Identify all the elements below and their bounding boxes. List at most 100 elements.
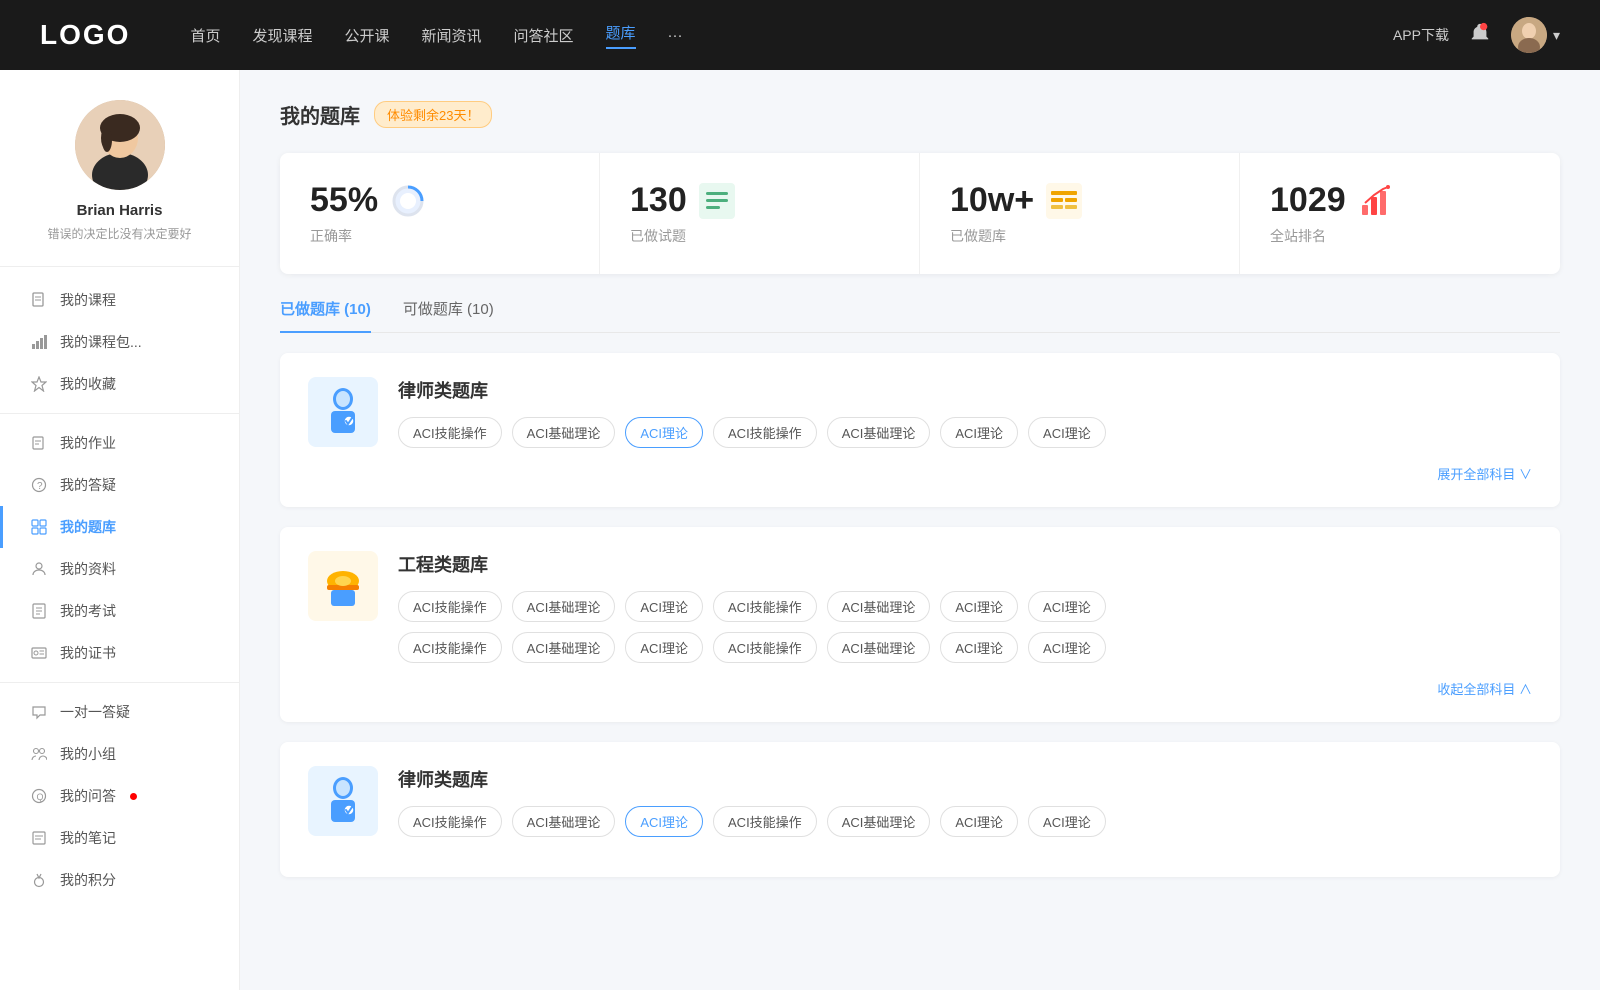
sidebar-item-points[interactable]: 我的积分	[0, 859, 239, 901]
sidebar-item-notes[interactable]: 我的笔记	[0, 817, 239, 859]
list-icon	[699, 183, 735, 219]
tag-1-5[interactable]: ACI理论	[940, 591, 1018, 622]
sidebar-item-profile[interactable]: 我的资料	[0, 548, 239, 590]
nav-discover[interactable]: 发现课程	[252, 25, 312, 46]
tag-0-4[interactable]: ACI基础理论	[827, 417, 931, 448]
qbank-header-1: 工程类题库 ACI技能操作 ACI基础理论 ACI理论 ACI技能操作 ACI基…	[308, 551, 1532, 663]
nav-opencourse[interactable]: 公开课	[344, 25, 389, 46]
sidebar-item-favorites[interactable]: 我的收藏	[0, 363, 239, 405]
stat-label-rank: 全站排名	[1270, 226, 1530, 246]
sidebar-item-qbank[interactable]: 我的题库	[0, 506, 239, 548]
pie-icon	[390, 183, 426, 219]
tag-0-6[interactable]: ACI理论	[1028, 417, 1106, 448]
tag-2-0[interactable]: ACI技能操作	[398, 806, 502, 837]
bar-icon	[30, 333, 48, 351]
tag-2-6[interactable]: ACI理论	[1028, 806, 1106, 837]
user-avatar-wrap[interactable]: ▾	[1511, 17, 1560, 53]
sidebar-item-myqa[interactable]: Q 我的问答	[0, 775, 239, 817]
tag-1-7[interactable]: ACI技能操作	[398, 632, 502, 663]
tag-2-5[interactable]: ACI理论	[940, 806, 1018, 837]
notification-bell-icon[interactable]	[1469, 22, 1491, 49]
nav-home[interactable]: 首页	[190, 25, 220, 46]
logo: LOGO	[40, 19, 130, 51]
profile-motto: 错误的决定比没有决定要好	[47, 225, 191, 242]
stat-label-accuracy: 正确率	[310, 226, 569, 246]
tag-2-3[interactable]: ACI技能操作	[713, 806, 817, 837]
tag-2-2[interactable]: ACI理论	[625, 806, 703, 837]
qbank-body-1: 工程类题库 ACI技能操作 ACI基础理论 ACI理论 ACI技能操作 ACI基…	[398, 551, 1532, 663]
sidebar-item-exam[interactable]: 我的考试	[0, 590, 239, 632]
sidebar-item-homework[interactable]: 我的作业	[0, 422, 239, 464]
tag-2-1[interactable]: ACI基础理论	[512, 806, 616, 837]
tag-0-5[interactable]: ACI理论	[940, 417, 1018, 448]
svg-text:Q: Q	[37, 792, 44, 802]
qbank-card-2: 律师类题库 ACI技能操作 ACI基础理论 ACI理论 ACI技能操作 ACI基…	[280, 742, 1560, 877]
stat-value-rank: 1029	[1270, 181, 1346, 220]
qbank-tags-2: ACI技能操作 ACI基础理论 ACI理论 ACI技能操作 ACI基础理论 AC…	[398, 806, 1532, 837]
stat-rank: 1029 全站排名	[1240, 153, 1560, 274]
stat-top-banks: 10w+	[950, 181, 1209, 220]
tag-1-4[interactable]: ACI基础理论	[827, 591, 931, 622]
stats-row: 55% 正确率 130	[280, 153, 1560, 274]
stat-done-questions: 130 已做试题	[600, 153, 920, 274]
sidebar-item-course[interactable]: 我的课程	[0, 279, 239, 321]
tag-2-4[interactable]: ACI基础理论	[827, 806, 931, 837]
svg-text:?: ?	[37, 481, 43, 492]
content-area: 我的题库 体验剩余23天！ 55% 正确	[240, 70, 1600, 990]
sidebar-item-course-pkg[interactable]: 我的课程包...	[0, 321, 239, 363]
tag-1-0[interactable]: ACI技能操作	[398, 591, 502, 622]
qbank-title-1: 工程类题库	[398, 551, 1532, 577]
tag-0-1[interactable]: ACI基础理论	[512, 417, 616, 448]
tag-1-11[interactable]: ACI基础理论	[827, 632, 931, 663]
qa-badge	[130, 793, 137, 800]
nav-more[interactable]: ···	[668, 27, 683, 44]
doc-icon	[30, 602, 48, 620]
expand-link-1[interactable]: 收起全部科目 ∧	[308, 679, 1532, 698]
nav-qa[interactable]: 问答社区	[514, 25, 574, 46]
sidebar-item-group[interactable]: 我的小组	[0, 733, 239, 775]
page-title: 我的题库	[280, 100, 360, 129]
tag-1-13[interactable]: ACI理论	[1028, 632, 1106, 663]
grid-icon	[30, 518, 48, 536]
stat-accuracy: 55% 正确率	[280, 153, 600, 274]
tag-1-3[interactable]: ACI技能操作	[713, 591, 817, 622]
group-icon	[30, 745, 48, 763]
tab-available-banks[interactable]: 可做题库 (10)	[403, 298, 494, 333]
stat-done-banks: 10w+ 已做题库	[920, 153, 1240, 274]
tag-1-8[interactable]: ACI基础理论	[512, 632, 616, 663]
tag-1-10[interactable]: ACI技能操作	[713, 632, 817, 663]
tag-1-6[interactable]: ACI理论	[1028, 591, 1106, 622]
app-download-button[interactable]: APP下载	[1393, 25, 1449, 45]
stat-label-banks: 已做题库	[950, 226, 1209, 246]
stat-label-done: 已做试题	[630, 226, 889, 246]
tag-1-1[interactable]: ACI基础理论	[512, 591, 616, 622]
navbar-right: APP下载 ▾	[1393, 17, 1560, 53]
nav-news[interactable]: 新闻资讯	[422, 25, 482, 46]
tab-done-banks[interactable]: 已做题库 (10)	[280, 298, 371, 333]
sidebar-item-answering[interactable]: ? 我的答疑	[0, 464, 239, 506]
qbank-title-2: 律师类题库	[398, 766, 1532, 792]
sidebar-item-1on1[interactable]: 一对一答疑	[0, 691, 239, 733]
tag-0-2[interactable]: ACI理论	[625, 417, 703, 448]
cert-icon	[30, 644, 48, 662]
nav-qbank[interactable]: 题库	[606, 22, 636, 49]
sidebar-profile: Brian Harris 错误的决定比没有决定要好	[0, 100, 239, 267]
tag-1-12[interactable]: ACI理论	[940, 632, 1018, 663]
chart-icon	[1358, 183, 1394, 219]
stat-value-banks: 10w+	[950, 181, 1034, 220]
expand-link-0[interactable]: 展开全部科目 ∨	[308, 464, 1532, 483]
chat-icon	[30, 703, 48, 721]
navbar: LOGO 首页 发现课程 公开课 新闻资讯 问答社区 题库 ··· APP下载 …	[0, 0, 1600, 70]
tag-1-2[interactable]: ACI理论	[625, 591, 703, 622]
qbank-header-2: 律师类题库 ACI技能操作 ACI基础理论 ACI理论 ACI技能操作 ACI基…	[308, 766, 1532, 837]
qbank-tags-1-row1: ACI技能操作 ACI基础理论 ACI理论 ACI技能操作 ACI基础理论 AC…	[398, 591, 1532, 622]
profile-name: Brian Harris	[77, 202, 163, 219]
tag-1-9[interactable]: ACI理论	[625, 632, 703, 663]
stat-top-done: 130	[630, 181, 889, 220]
qa-icon: Q	[30, 787, 48, 805]
sidebar-item-cert[interactable]: 我的证书	[0, 632, 239, 674]
tag-0-3[interactable]: ACI技能操作	[713, 417, 817, 448]
medal-icon	[30, 871, 48, 889]
tag-0-0[interactable]: ACI技能操作	[398, 417, 502, 448]
star-icon	[30, 375, 48, 393]
